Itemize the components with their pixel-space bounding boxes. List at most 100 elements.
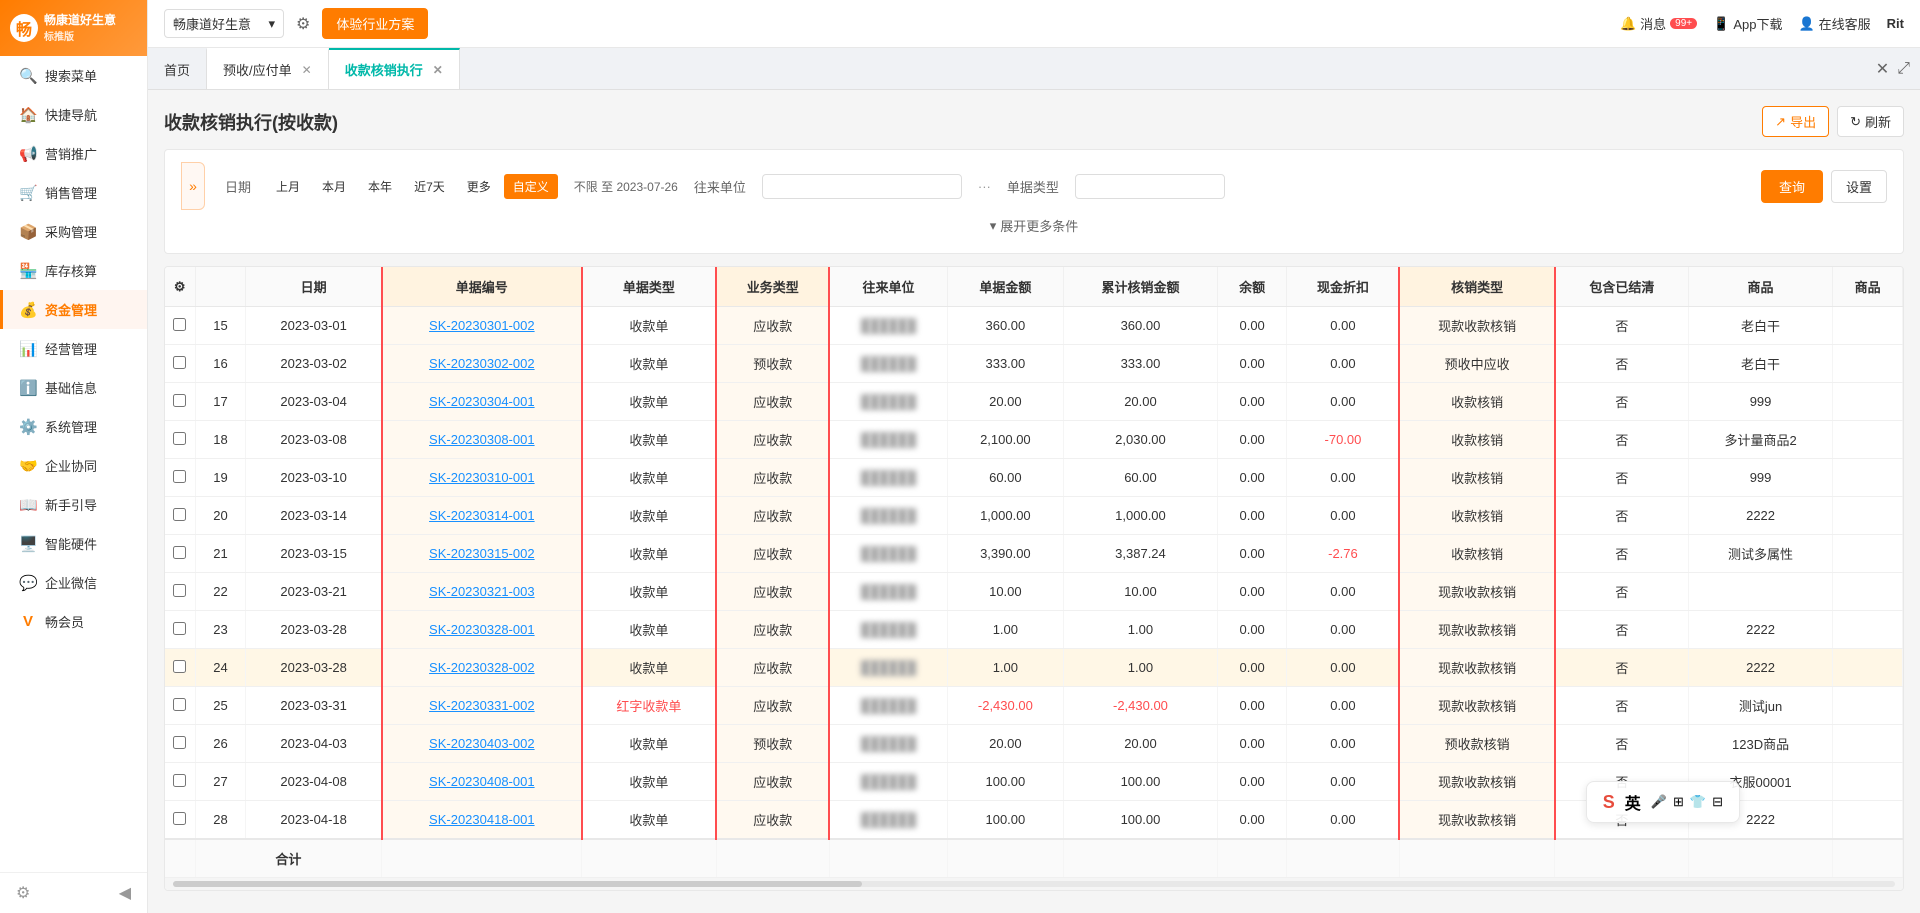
sidebar-item-operations[interactable]: 📊 经营管理 [0,329,147,368]
filter-toggle-btn[interactable]: » [181,162,205,210]
sidebar-item-wechat[interactable]: 💬 企业微信 [0,563,147,602]
cell-voucher-no[interactable]: SK-20230403-002 [382,725,582,763]
solution-button[interactable]: 体验行业方案 [322,8,428,39]
table-row[interactable]: 17 2023-03-04 SK-20230304-001 收款单 应收款 ██… [165,383,1903,421]
sidebar-item-quicknav[interactable]: 🏠 快捷导航 [0,95,147,134]
sidebar-item-hardware[interactable]: 🖥️ 智能硬件 [0,524,147,563]
table-row[interactable]: 22 2023-03-21 SK-20230321-003 收款单 应收款 ██… [165,573,1903,611]
this-month-btn[interactable]: 本月 [313,174,355,199]
sidebar-item-basic[interactable]: ℹ️ 基础信息 [0,368,147,407]
cell-voucher-no[interactable]: SK-20230302-002 [382,345,582,383]
cell-voucher-no[interactable]: SK-20230304-001 [382,383,582,421]
cell-checkbox[interactable] [165,345,195,383]
table-row[interactable]: 21 2023-03-15 SK-20230315-002 收款单 应收款 ██… [165,535,1903,573]
cell-checkbox[interactable] [165,383,195,421]
table-row[interactable]: 23 2023-03-28 SK-20230328-001 收款单 应收款 ██… [165,611,1903,649]
cell-counterparty: ██████ [829,801,947,840]
scrollbar-thumb[interactable] [173,881,862,887]
sidebar-item-search[interactable]: 🔍 搜索菜单 [0,56,147,95]
tab-collection-close[interactable]: ✕ [433,63,443,77]
app-download-button[interactable]: 📱 App下载 [1713,14,1782,33]
cell-writeoff-type: 收款核销 [1399,383,1554,421]
more-filters-icon[interactable]: ··· [978,179,991,194]
tab-prepay-close[interactable]: ✕ [302,63,312,77]
cell-date: 2023-03-14 [246,497,382,535]
table-row[interactable]: 19 2023-03-10 SK-20230310-001 收款单 应收款 ██… [165,459,1903,497]
messages-button[interactable]: 🔔 消息 99+ [1620,14,1697,33]
sidebar-item-member[interactable]: V 畅会员 [0,602,147,641]
gear-icon[interactable]: ⚙ [296,14,310,34]
close-all-icon[interactable]: ✕ [1876,59,1889,79]
cell-checkbox[interactable] [165,611,195,649]
cell-checkbox[interactable] [165,649,195,687]
voucher-type-select[interactable] [1075,174,1225,199]
cell-product: 多计量商品2 [1688,421,1832,459]
custom-date-btn[interactable]: 自定义 [504,174,558,199]
cell-voucher-no[interactable]: SK-20230310-001 [382,459,582,497]
cell-checkbox[interactable] [165,421,195,459]
horizontal-scrollbar[interactable] [165,878,1903,890]
table-row[interactable]: 26 2023-04-03 SK-20230403-002 收款单 预收款 ██… [165,725,1903,763]
sidebar-item-system[interactable]: ⚙️ 系统管理 [0,407,147,446]
messages-label: 消息 [1640,14,1666,33]
counterparty-input[interactable] [762,174,962,199]
cell-checkbox[interactable] [165,725,195,763]
tab-collection[interactable]: 收款核销执行 ✕ [329,48,460,89]
sidebar-item-finance[interactable]: 💰 资金管理 [0,290,147,329]
cell-checkbox[interactable] [165,687,195,725]
last-7days-btn[interactable]: 近7天 [405,174,454,199]
cell-voucher-no[interactable]: SK-20230418-001 [382,801,582,840]
cell-checkbox[interactable] [165,459,195,497]
th-settings[interactable]: ⚙ [165,267,195,307]
online-service-button[interactable]: 👤 在线客服 [1798,14,1870,33]
wechat-icon: 💬 [19,574,37,592]
sidebar-label-search: 搜索菜单 [45,66,97,85]
sidebar-item-enterprise[interactable]: 🤝 企业协同 [0,446,147,485]
collapse-icon[interactable]: ◀ [119,883,131,903]
refresh-button[interactable]: ↻ 刷新 [1837,106,1904,137]
table-row[interactable]: 18 2023-03-08 SK-20230308-001 收款单 应收款 ██… [165,421,1903,459]
expand-icon[interactable]: ⤢ [1897,60,1910,78]
cell-voucher-no[interactable]: SK-20230408-001 [382,763,582,801]
table-row[interactable]: 16 2023-03-02 SK-20230302-002 收款单 预收款 ██… [165,345,1903,383]
table-row[interactable]: 20 2023-03-14 SK-20230314-001 收款单 应收款 ██… [165,497,1903,535]
cell-checkbox[interactable] [165,497,195,535]
sidebar-item-marketing[interactable]: 📢 营销推广 [0,134,147,173]
cell-voucher-no[interactable]: SK-20230314-001 [382,497,582,535]
cell-checkbox[interactable] [165,535,195,573]
tab-prepay[interactable]: 预收/应付单 ✕ [207,48,329,89]
cell-product2 [1833,725,1903,763]
more-date-btn[interactable]: 更多 [458,174,500,199]
expand-more-btn[interactable]: ▾ 展开更多条件 [181,210,1887,241]
table-row[interactable]: 25 2023-03-31 SK-20230331-002 红字收款单 应收款 … [165,687,1903,725]
cell-voucher-no[interactable]: SK-20230315-002 [382,535,582,573]
cell-voucher-no[interactable]: SK-20230328-002 [382,649,582,687]
sidebar-label-marketing: 营销推广 [45,144,97,163]
table-row[interactable]: 24 2023-03-28 SK-20230328-002 收款单 应收款 ██… [165,649,1903,687]
cell-voucher-no[interactable]: SK-20230331-002 [382,687,582,725]
user-avatar[interactable]: Rit [1887,16,1904,31]
sidebar-item-guide[interactable]: 📖 新手引导 [0,485,147,524]
sidebar-item-purchase[interactable]: 📦 采购管理 [0,212,147,251]
this-year-btn[interactable]: 本年 [359,174,401,199]
cell-checkbox[interactable] [165,307,195,345]
cell-checkbox[interactable] [165,763,195,801]
cell-voucher-no[interactable]: SK-20230321-003 [382,573,582,611]
sidebar-item-sales[interactable]: 🛒 销售管理 [0,173,147,212]
cell-voucher-no[interactable]: SK-20230308-001 [382,421,582,459]
cell-voucher-no[interactable]: SK-20230301-002 [382,307,582,345]
filter-settings-button[interactable]: 设置 [1831,170,1887,203]
table-row[interactable]: 15 2023-03-01 SK-20230301-002 收款单 应收款 ██… [165,307,1903,345]
last-month-btn[interactable]: 上月 [267,174,309,199]
expand-more-label: 展开更多条件 [1000,216,1078,235]
tab-home[interactable]: 首页 [148,48,207,89]
page-title: 收款核销执行(按收款) [164,109,338,135]
sidebar-item-inventory[interactable]: 🏪 库存核算 [0,251,147,290]
export-button[interactable]: ↗ 导出 [1762,106,1829,137]
cell-checkbox[interactable] [165,573,195,611]
company-dropdown[interactable]: 畅康道好生意 ▾ [164,9,284,38]
settings-icon[interactable]: ⚙ [16,883,30,903]
query-button[interactable]: 查询 [1761,170,1823,203]
cell-voucher-no[interactable]: SK-20230328-001 [382,611,582,649]
cell-checkbox[interactable] [165,801,195,840]
